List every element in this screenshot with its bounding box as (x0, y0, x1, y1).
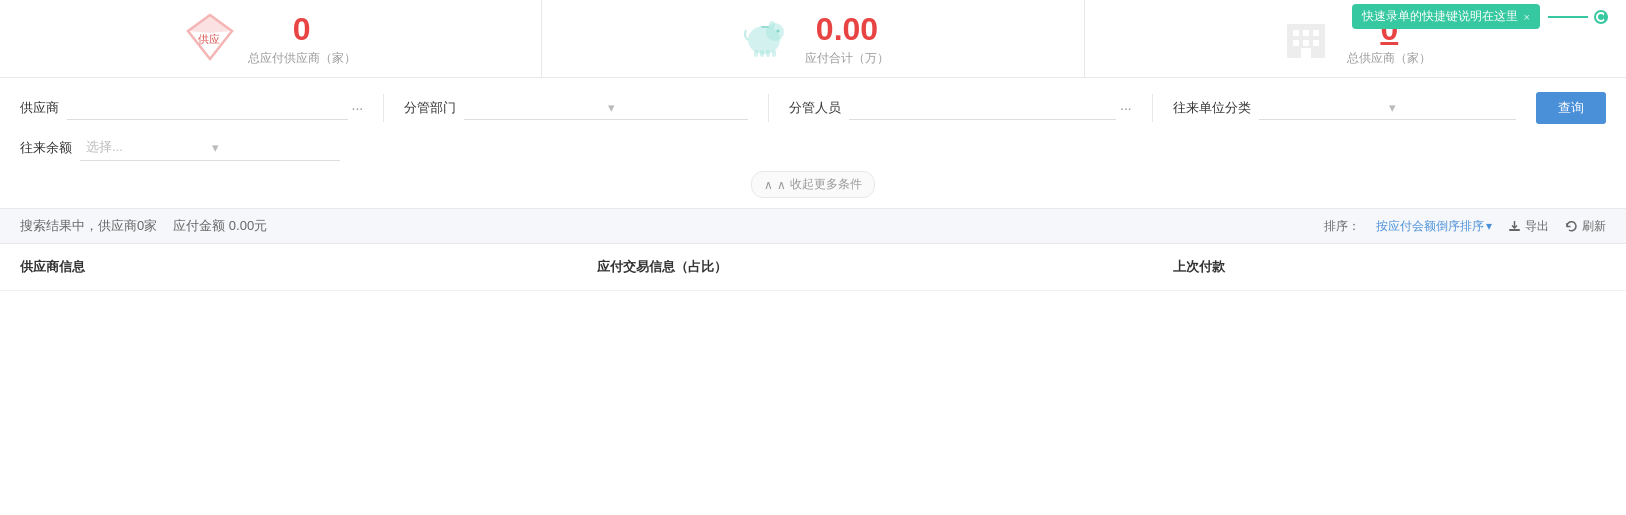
piggy-bank-icon (737, 10, 791, 67)
payable-suppliers-count: 0 (293, 10, 311, 48)
stat-payable-total: 0.00 应付合计（万） (542, 0, 1084, 77)
person-label: 分管人员 (789, 99, 841, 117)
balance-field: 往来余额 选择... ▾ (20, 134, 340, 161)
supplier-label: 供应商 (20, 99, 59, 117)
results-text: 搜索结果中，供应商0家 (20, 217, 157, 235)
table-header: 供应商信息 应付交易信息（占比） 上次付款 (0, 244, 1626, 291)
search-form: 供应商 ··· 分管部门 ▾ 分管人员 ··· 往来单位分类 ▾ (0, 78, 1626, 209)
dept-select[interactable]: ▾ (464, 96, 747, 120)
col-payable-header: 应付交易信息（占比） (597, 258, 1174, 276)
svg-rect-16 (1293, 40, 1299, 46)
divider-3 (1152, 94, 1153, 122)
balance-chevron: ▾ (212, 140, 334, 155)
total-suppliers-label: 总供应商（家） (1347, 50, 1431, 67)
results-amount: 应付金额 0.00元 (173, 217, 267, 235)
person-input[interactable] (849, 96, 1117, 120)
collapse-label: 收起更多条件 (790, 176, 862, 193)
dept-field: 分管部门 ▾ (404, 96, 747, 120)
collapse-row: ∧ ∧ 收起更多条件 (20, 171, 1606, 198)
sort-label: 排序： (1324, 218, 1360, 235)
tooltip-container: 快速录单的快捷键说明在这里 × (1352, 4, 1606, 29)
svg-rect-18 (1313, 40, 1319, 46)
unit-label: 往来单位分类 (1173, 99, 1251, 117)
svg-rect-20 (1509, 229, 1520, 231)
svg-rect-6 (761, 26, 769, 28)
svg-rect-10 (772, 50, 776, 57)
balance-select[interactable]: 选择... ▾ (80, 134, 340, 161)
divider-2 (768, 94, 769, 122)
refresh-icon (1565, 220, 1578, 233)
svg-rect-7 (754, 50, 758, 57)
collapse-button[interactable]: ∧ ∧ 收起更多条件 (751, 171, 874, 198)
results-summary: 搜索结果中，供应商0家 应付金额 0.00元 (20, 217, 267, 235)
svg-text:供应: 供应 (198, 33, 220, 45)
balance-label: 往来余额 (20, 139, 72, 157)
tooltip-close[interactable]: × (1524, 11, 1530, 23)
balance-placeholder: 选择... (86, 138, 208, 156)
results-actions: 排序： 按应付会额倒序排序 ▾ 导出 刷新 (1324, 218, 1606, 235)
svg-rect-15 (1313, 30, 1319, 36)
person-field: 分管人员 ··· (789, 96, 1132, 120)
col-lastpay-header: 上次付款 (1173, 258, 1606, 276)
search-row-2: 往来余额 选择... ▾ (20, 134, 340, 161)
stats-bar: 供应 0 总应付供应商（家） (0, 0, 1626, 78)
dept-label: 分管部门 (404, 99, 456, 117)
unit-chevron: ▾ (1389, 100, 1510, 115)
svg-rect-17 (1303, 40, 1309, 46)
sort-value: 按应付会额倒序排序 (1376, 218, 1484, 235)
person-dots[interactable]: ··· (1120, 100, 1132, 116)
payable-total-label: 应付合计（万） (805, 50, 889, 67)
query-button[interactable]: 查询 (1536, 92, 1606, 124)
supplier-field: 供应商 ··· (20, 96, 363, 120)
stat-total-suppliers: 快速录单的快捷键说明在这里 × (1085, 0, 1626, 77)
export-icon (1508, 220, 1521, 233)
stat-payable-suppliers: 供应 0 总应付供应商（家） (0, 0, 542, 77)
export-label: 导出 (1525, 218, 1549, 235)
unit-select[interactable]: ▾ (1259, 96, 1516, 120)
search-row-1: 供应商 ··· 分管部门 ▾ 分管人员 ··· 往来单位分类 ▾ (20, 92, 1606, 124)
payable-total-count: 0.00 (816, 10, 878, 48)
col-supplier-header: 供应商信息 (20, 258, 597, 276)
svg-rect-14 (1303, 30, 1309, 36)
collapse-chevron-up: ∧ ∧ (764, 178, 785, 192)
building-icon (1279, 10, 1333, 67)
svg-point-5 (769, 21, 775, 29)
svg-rect-8 (760, 50, 764, 57)
svg-rect-13 (1293, 30, 1299, 36)
unit-field: 往来单位分类 ▾ (1173, 96, 1516, 120)
dept-chevron: ▾ (608, 100, 742, 115)
supplier-dots[interactable]: ··· (352, 100, 364, 116)
sort-chevron: ▾ (1486, 219, 1492, 233)
svg-rect-9 (766, 50, 770, 57)
svg-point-11 (776, 30, 779, 33)
table-container: 供应商信息 应付交易信息（占比） 上次付款 (0, 244, 1626, 515)
svg-rect-19 (1301, 48, 1311, 58)
results-bar: 搜索结果中，供应商0家 应付金额 0.00元 排序： 按应付会额倒序排序 ▾ 导… (0, 209, 1626, 244)
svg-point-4 (766, 23, 784, 41)
svg-marker-1 (188, 15, 232, 33)
table-body (0, 291, 1626, 515)
divider-1 (383, 94, 384, 122)
diamond-icon: 供应 (186, 13, 234, 64)
tooltip-line (1548, 16, 1588, 18)
refresh-label: 刷新 (1582, 218, 1606, 235)
sort-select[interactable]: 按应付会额倒序排序 ▾ (1376, 218, 1492, 235)
refresh-button[interactable]: 刷新 (1565, 218, 1606, 235)
supplier-input[interactable] (67, 96, 348, 120)
payable-suppliers-label: 总应付供应商（家） (248, 50, 356, 67)
tooltip-bubble: 快速录单的快捷键说明在这里 × (1352, 4, 1540, 29)
export-button[interactable]: 导出 (1508, 218, 1549, 235)
tooltip-text: 快速录单的快捷键说明在这里 (1362, 8, 1518, 25)
